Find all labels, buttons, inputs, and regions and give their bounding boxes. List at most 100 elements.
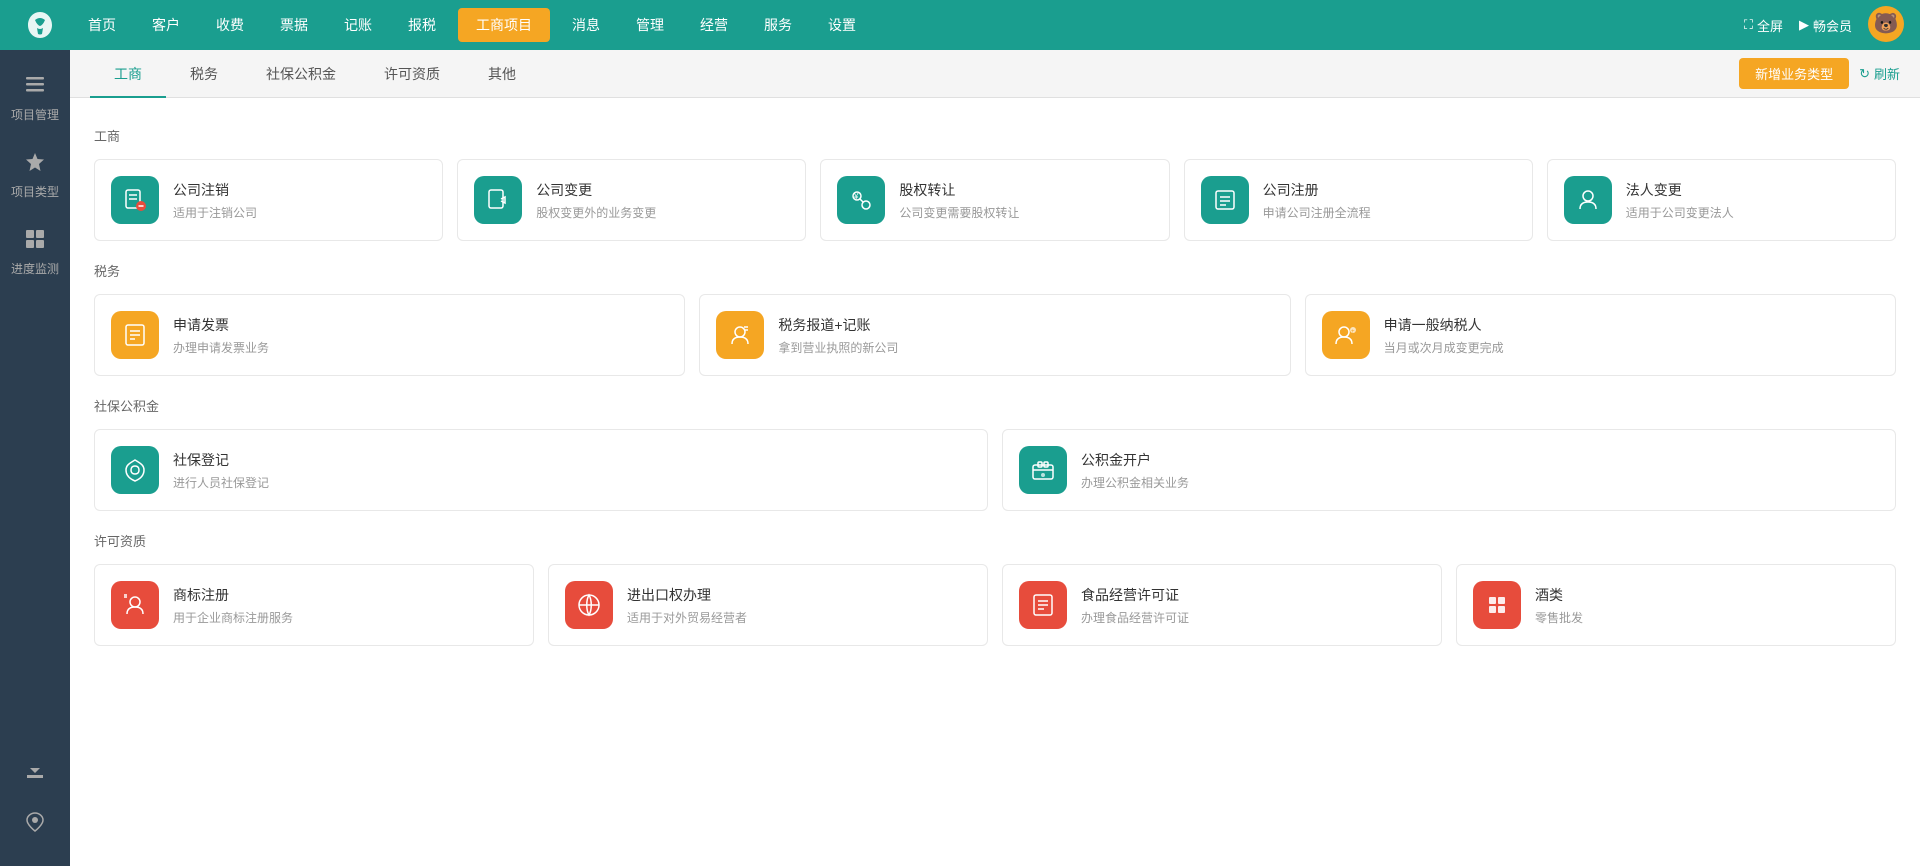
tab-xuke[interactable]: 许可资质 <box>360 52 464 98</box>
tab-shuiwu[interactable]: 税务 <box>166 52 242 98</box>
food-license-icon <box>1019 581 1067 629</box>
company-register-desc: 申请公司注册全流程 <box>1263 204 1516 221</box>
refresh-label: 刷新 <box>1874 64 1900 83</box>
social-security-info: 社保登记 进行人员社保登记 <box>173 450 971 491</box>
equity-info: 股权转让 公司变更需要股权转让 <box>899 180 1152 221</box>
company-cancel-icon <box>111 176 159 224</box>
company-change-icon <box>474 176 522 224</box>
sidebar-item-project-type[interactable]: 项目类型 <box>0 137 70 214</box>
trademark-info: 商标注册 用于企业商标注册服务 <box>173 585 517 626</box>
import-export-info: 进出口权办理 适用于对外贸易经营者 <box>627 585 971 626</box>
card-invoice[interactable]: 申请发票 办理申请发票业务 <box>94 294 685 376</box>
nav-operation[interactable]: 经营 <box>682 0 746 50</box>
nav-service[interactable]: 服务 <box>746 0 810 50</box>
nav-manage[interactable]: 管理 <box>618 0 682 50</box>
sidebar-label-project-type: 项目类型 <box>11 183 59 200</box>
fullscreen-label: 全屏 <box>1757 16 1783 35</box>
sidebar-download[interactable] <box>0 744 70 797</box>
card-general-taxpayer[interactable]: + 申请一般纳税人 当月或次月成变更完成 <box>1305 294 1896 376</box>
equity-title: 股权转让 <box>899 180 1152 200</box>
sidebar-location[interactable] <box>0 797 70 850</box>
nav-items: 首页 客户 收费 票据 记账 报税 工商项目 消息 管理 经营 服务 设置 <box>70 0 1744 50</box>
nav-bill[interactable]: 票据 <box>262 0 326 50</box>
import-export-icon <box>565 581 613 629</box>
card-import-export[interactable]: 进出口权办理 适用于对外贸易经营者 <box>548 564 988 646</box>
fullscreen-button[interactable]: ⛶ 全屏 <box>1744 16 1783 35</box>
sidebar-item-project-manage[interactable]: 项目管理 <box>0 60 70 137</box>
shuiwu-cards: 申请发票 办理申请发票业务 税务报道+记账 <box>94 294 1896 376</box>
nav-right: ⛶ 全屏 ▶ 畅会员 🐻 <box>1744 6 1920 45</box>
logo[interactable] <box>10 0 70 50</box>
card-legal-person-change[interactable]: 法人变更 适用于公司变更法人 <box>1547 159 1896 241</box>
general-taxpayer-title: 申请一般纳税人 <box>1384 315 1879 335</box>
avatar[interactable]: 🐻 <box>1868 6 1904 45</box>
card-food-license[interactable]: 食品经营许可证 办理食品经营许可证 <box>1002 564 1442 646</box>
card-equity-transfer[interactable]: ¥ 股权转让 公司变更需要股权转让 <box>820 159 1169 241</box>
provident-fund-icon <box>1019 446 1067 494</box>
provident-fund-info: 公积金开户 办理公积金相关业务 <box>1081 450 1879 491</box>
general-taxpayer-icon: + <box>1322 311 1370 359</box>
card-trademark[interactable]: 商标注册 用于企业商标注册服务 <box>94 564 534 646</box>
company-register-icon <box>1201 176 1249 224</box>
equity-desc: 公司变更需要股权转让 <box>899 204 1152 221</box>
alcohol-title: 酒类 <box>1535 585 1879 605</box>
company-register-title: 公司注册 <box>1263 180 1516 200</box>
tab-shebao[interactable]: 社保公积金 <box>242 52 360 98</box>
card-company-cancel[interactable]: 公司注销 适用于注销公司 <box>94 159 443 241</box>
tab-gongshang[interactable]: 工商 <box>90 52 166 98</box>
svg-text:🐻: 🐻 <box>1874 11 1899 35</box>
alcohol-icon <box>1473 581 1521 629</box>
tax-report-title: 税务报道+记账 <box>778 315 1273 335</box>
nav-fee[interactable]: 收费 <box>198 0 262 50</box>
invoice-icon <box>111 311 159 359</box>
card-provident-fund[interactable]: 公积金开户 办理公积金相关业务 <box>1002 429 1896 511</box>
nav-home[interactable]: 首页 <box>70 0 134 50</box>
svg-text:+: + <box>1351 329 1355 335</box>
sidebar-label-project-manage: 项目管理 <box>11 106 59 123</box>
company-cancel-title: 公司注销 <box>173 180 426 200</box>
trademark-title: 商标注册 <box>173 585 517 605</box>
general-taxpayer-desc: 当月或次月成变更完成 <box>1384 339 1879 356</box>
member-button[interactable]: ▶ 畅会员 <box>1799 16 1852 35</box>
top-navigation: 首页 客户 收费 票据 记账 报税 工商项目 消息 管理 经营 服务 设置 ⛶ … <box>0 0 1920 50</box>
card-company-change[interactable]: 公司变更 股权变更外的业务变更 <box>457 159 806 241</box>
location-icon <box>24 811 46 836</box>
content-area: 工商 税务 社保公积金 许可资质 其他 新增业务类型 ↻ 刷新 工商 <box>70 50 1920 866</box>
card-social-security[interactable]: 社保登记 进行人员社保登记 <box>94 429 988 511</box>
star-icon <box>24 151 46 179</box>
tax-report-info: 税务报道+记账 拿到营业执照的新公司 <box>778 315 1273 356</box>
nav-customer[interactable]: 客户 <box>134 0 198 50</box>
sidebar: 项目管理 项目类型 进度监测 <box>0 50 70 866</box>
card-company-register[interactable]: 公司注册 申请公司注册全流程 <box>1184 159 1533 241</box>
nav-bookkeeping[interactable]: 记账 <box>326 0 390 50</box>
shebao-cards: 社保登记 进行人员社保登记 <box>94 429 1896 511</box>
company-cancel-info: 公司注销 适用于注销公司 <box>173 180 426 221</box>
social-security-desc: 进行人员社保登记 <box>173 474 971 491</box>
add-business-type-button[interactable]: 新增业务类型 <box>1739 58 1849 89</box>
trademark-icon <box>111 581 159 629</box>
nav-settings[interactable]: 设置 <box>810 0 874 50</box>
food-license-info: 食品经营许可证 办理食品经营许可证 <box>1081 585 1425 626</box>
xuke-cards: 商标注册 用于企业商标注册服务 进出口权办理 适用于对外贸易经 <box>94 564 1896 646</box>
download-icon <box>24 758 46 783</box>
provident-fund-desc: 办理公积金相关业务 <box>1081 474 1879 491</box>
sidebar-label-progress: 进度监测 <box>11 260 59 277</box>
invoice-title: 申请发票 <box>173 315 668 335</box>
social-security-icon <box>111 446 159 494</box>
company-change-title: 公司变更 <box>536 180 789 200</box>
nav-business[interactable]: 工商项目 <box>458 8 550 42</box>
tab-other[interactable]: 其他 <box>464 52 540 98</box>
invoice-info: 申请发票 办理申请发票业务 <box>173 315 668 356</box>
fullscreen-icon: ⛶ <box>1744 17 1753 33</box>
card-alcohol[interactable]: 酒类 零售批发 <box>1456 564 1896 646</box>
section-title-shebao: 社保公积金 <box>94 396 1896 415</box>
card-tax-report[interactable]: 税务报道+记账 拿到营业执照的新公司 <box>699 294 1290 376</box>
equity-icon: ¥ <box>837 176 885 224</box>
legal-person-title: 法人变更 <box>1626 180 1879 200</box>
nav-tax[interactable]: 报税 <box>390 0 454 50</box>
sidebar-item-progress[interactable]: 进度监测 <box>0 214 70 291</box>
refresh-button[interactable]: ↻ 刷新 <box>1859 64 1900 83</box>
tax-report-icon <box>716 311 764 359</box>
nav-message[interactable]: 消息 <box>554 0 618 50</box>
invoice-desc: 办理申请发票业务 <box>173 339 668 356</box>
